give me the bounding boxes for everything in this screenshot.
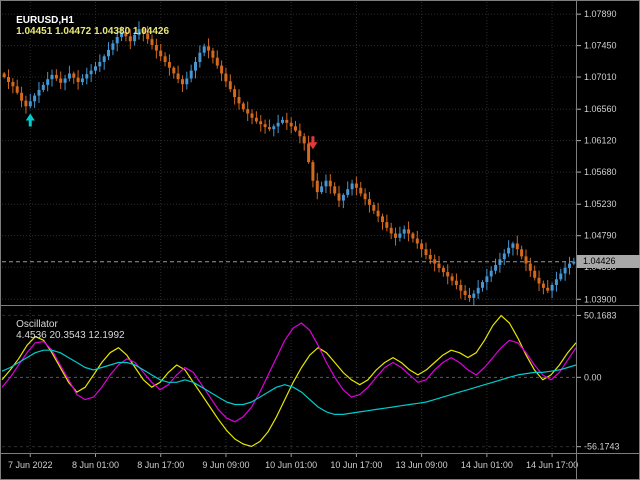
price-tick-label: 1.05680 <box>584 167 617 177</box>
time-axis-label: 14 Jun 17:00 <box>526 460 578 470</box>
price-tick-label: 1.05230 <box>584 199 617 209</box>
time-axis-label: 13 Jun 09:00 <box>396 460 448 470</box>
price-tick-label: 1.06560 <box>584 104 617 114</box>
time-axis-label: 8 Jun 01:00 <box>72 460 119 470</box>
oscillator-plot-area[interactable] <box>2 307 576 452</box>
oscillator-tick-label: 0.00 <box>584 372 602 382</box>
current-price-badge: 1.04426 <box>577 255 640 269</box>
price-chart-canvas[interactable]: 1.07890 1.07450 1.07010 1.06560 1.06120 1.056… <box>0 0 640 480</box>
time-axis-label: 8 Jun 17:00 <box>137 460 184 470</box>
time-axis-label: 7 Jun 2022 <box>8 460 53 470</box>
oscillator-tick-label: -56.1743 <box>584 442 620 452</box>
time-axis-label: 10 Jun 01:00 <box>265 460 317 470</box>
price-tick-label: 1.03900 <box>584 294 617 304</box>
time-axis-label: 9 Jun 09:00 <box>202 460 249 470</box>
time-axis-label: 10 Jun 17:00 <box>330 460 382 470</box>
oscillator-tick-label: 50.1683 <box>584 310 617 320</box>
main-plot-area[interactable] <box>2 2 576 305</box>
mt4-chart-window: 1.07890 1.07450 1.07010 1.06560 1.06120 1.056… <box>0 0 640 480</box>
time-axis-label: 14 Jun 01:00 <box>461 460 513 470</box>
price-tick-label: 1.07450 <box>584 41 617 51</box>
price-scale-area[interactable] <box>577 0 640 454</box>
price-tick-label: 1.06120 <box>584 136 617 146</box>
price-tick-label: 1.04790 <box>584 231 617 241</box>
price-tick-label: 1.07010 <box>584 72 617 82</box>
price-tick-label: 1.07890 <box>584 9 617 19</box>
